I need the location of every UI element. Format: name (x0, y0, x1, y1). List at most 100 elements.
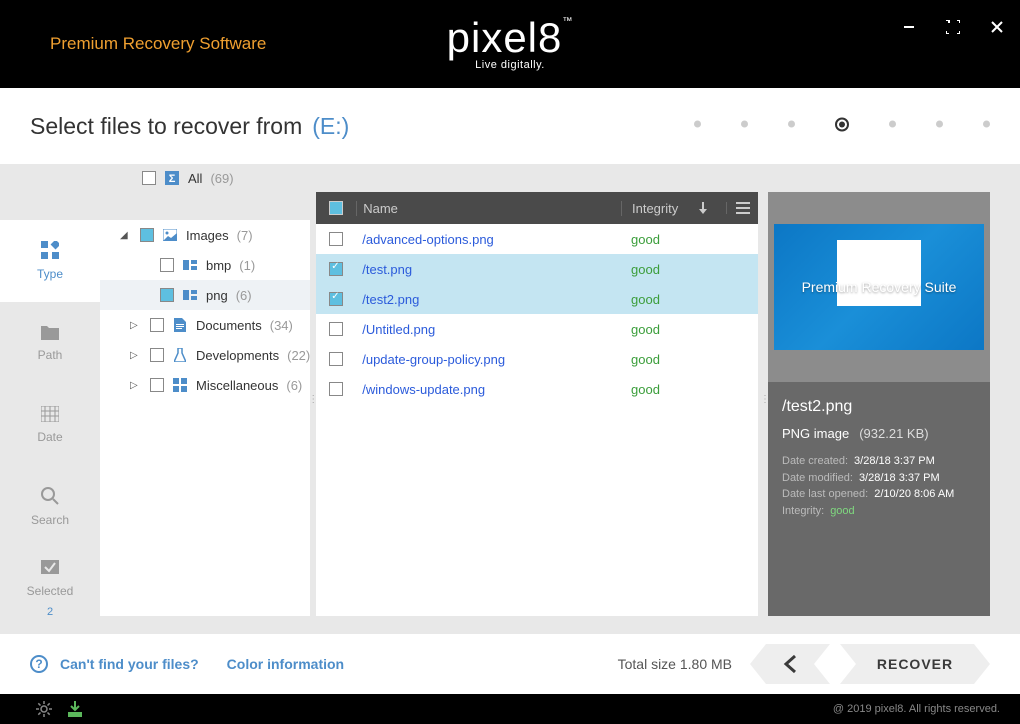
cant-find-link[interactable]: Can't find your files? (60, 656, 199, 672)
col-name[interactable]: Name (356, 201, 621, 216)
tab-search[interactable]: Search (0, 466, 100, 548)
preview-panel: Premium Recovery Suite /test2.png PNG im… (768, 192, 990, 616)
file-integrity: good (621, 292, 758, 307)
expand-icon[interactable]: ▷ (130, 380, 142, 391)
calendar-icon (41, 406, 59, 422)
tab-type[interactable]: Type (0, 220, 100, 302)
tab-selected[interactable]: Selected 2 (0, 548, 100, 630)
logo: pixel8™ Live digitally. (447, 17, 574, 71)
folder-icon (41, 324, 59, 340)
tree-node-developments[interactable]: ▷ Developments (22) (100, 340, 310, 370)
step-dot (694, 121, 701, 128)
step-dot (741, 121, 748, 128)
maximize-button[interactable] (944, 18, 962, 36)
minimize-button[interactable] (900, 18, 918, 36)
preview-metadata: /test2.png PNG image(932.21 KB) Date cre… (768, 382, 990, 616)
check-icon (41, 560, 59, 576)
preview-filename: /test2.png (782, 398, 976, 416)
tree-node-misc[interactable]: ▷ Miscellaneous (6) (100, 370, 310, 400)
file-integrity: good (621, 262, 758, 277)
checkbox[interactable] (140, 228, 154, 242)
subheader: Select files to recover from (E:) (0, 88, 1020, 164)
back-button[interactable] (750, 644, 830, 684)
drive-label: (E:) (312, 113, 349, 140)
file-name: /advanced-options.png (356, 232, 621, 247)
action-bar: ? Can't find your files? Color informati… (0, 634, 1020, 694)
status-bar: @ 2019 pixel8. All rights reserved. (0, 694, 1020, 724)
download-icon[interactable] (68, 701, 82, 717)
titlebar: Premium Recovery Software pixel8™ Live d… (0, 0, 1020, 88)
settings-icon[interactable] (36, 701, 52, 717)
flask-icon (172, 348, 188, 362)
select-all-checkbox[interactable] (329, 201, 343, 215)
tree-node-documents[interactable]: ▷ Documents (34) (100, 310, 310, 340)
checkbox[interactable] (329, 352, 343, 366)
file-list: Name Integrity /advanced-options.pnggood… (316, 192, 758, 616)
file-integrity: good (621, 352, 758, 367)
file-name: /Untitled.png (356, 322, 621, 337)
tree-all-row[interactable]: Σ All (69) (100, 164, 310, 192)
checkbox[interactable] (329, 262, 343, 276)
tree-node-bmp[interactable]: bmp (1) (100, 250, 310, 280)
col-integrity[interactable]: Integrity (621, 201, 726, 216)
tab-path[interactable]: Path (0, 302, 100, 384)
checkbox[interactable] (329, 292, 343, 306)
collapse-icon[interactable]: ◢ (120, 230, 132, 241)
preview-image: Premium Recovery Suite (768, 192, 990, 382)
page-title: Select files to recover from (30, 113, 302, 140)
step-dot-active (835, 118, 849, 132)
checkbox[interactable] (160, 258, 174, 272)
total-size: Total size 1.80 MB (618, 656, 732, 672)
help-icon[interactable]: ? (30, 655, 48, 673)
checkbox[interactable] (142, 171, 156, 185)
checkbox[interactable] (160, 288, 174, 302)
tree-node-images[interactable]: ◢ Images (7) (100, 220, 310, 250)
checkbox[interactable] (329, 382, 343, 396)
expand-icon[interactable]: ▷ (130, 320, 142, 331)
file-list-header: Name Integrity (316, 192, 758, 224)
tree-node-png[interactable]: png (6) (100, 280, 310, 310)
color-info-link[interactable]: Color information (227, 656, 344, 672)
svg-text:Σ: Σ (169, 173, 176, 185)
file-row[interactable]: /test2.pnggood (316, 284, 758, 314)
view-tabs: Type Path Date Search Selected 2 (0, 164, 100, 634)
copyright: @ 2019 pixel8. All rights reserved. (833, 703, 1000, 715)
image-icon (162, 229, 178, 241)
file-row[interactable]: /advanced-options.pnggood (316, 224, 758, 254)
checkbox[interactable] (150, 378, 164, 392)
sort-down-icon (698, 202, 708, 214)
document-icon (172, 318, 188, 332)
file-name: /windows-update.png (356, 382, 621, 397)
chevron-left-icon (783, 654, 797, 674)
file-row[interactable]: /Untitled.pnggood (316, 314, 758, 344)
file-row[interactable]: /update-group-policy.pnggood (316, 344, 758, 374)
apps-icon (172, 378, 188, 392)
recover-button[interactable]: RECOVER (840, 644, 990, 684)
file-row[interactable]: /windows-update.pnggood (316, 374, 758, 404)
checkbox[interactable] (329, 232, 343, 246)
column-menu-button[interactable] (726, 202, 758, 214)
close-button[interactable] (988, 18, 1006, 36)
file-integrity: good (621, 322, 758, 337)
file-name: /test2.png (356, 292, 621, 307)
filetype-icon (182, 260, 198, 270)
checkbox[interactable] (150, 318, 164, 332)
step-dot (788, 121, 795, 128)
file-row[interactable]: /test.pnggood (316, 254, 758, 284)
step-dot (936, 121, 943, 128)
tab-date[interactable]: Date (0, 384, 100, 466)
step-dot (889, 121, 896, 128)
search-icon (41, 487, 59, 505)
checkbox[interactable] (150, 348, 164, 362)
filetype-icon (182, 290, 198, 300)
file-integrity: good (621, 232, 758, 247)
file-name: /update-group-policy.png (356, 352, 621, 367)
file-integrity: good (621, 382, 758, 397)
progress-indicator (694, 121, 990, 132)
step-dot (983, 121, 990, 128)
product-name: Premium Recovery Software (50, 34, 266, 54)
grid-icon (41, 241, 59, 259)
checkbox[interactable] (329, 322, 343, 336)
sigma-icon: Σ (164, 171, 180, 185)
expand-icon[interactable]: ▷ (130, 350, 142, 361)
